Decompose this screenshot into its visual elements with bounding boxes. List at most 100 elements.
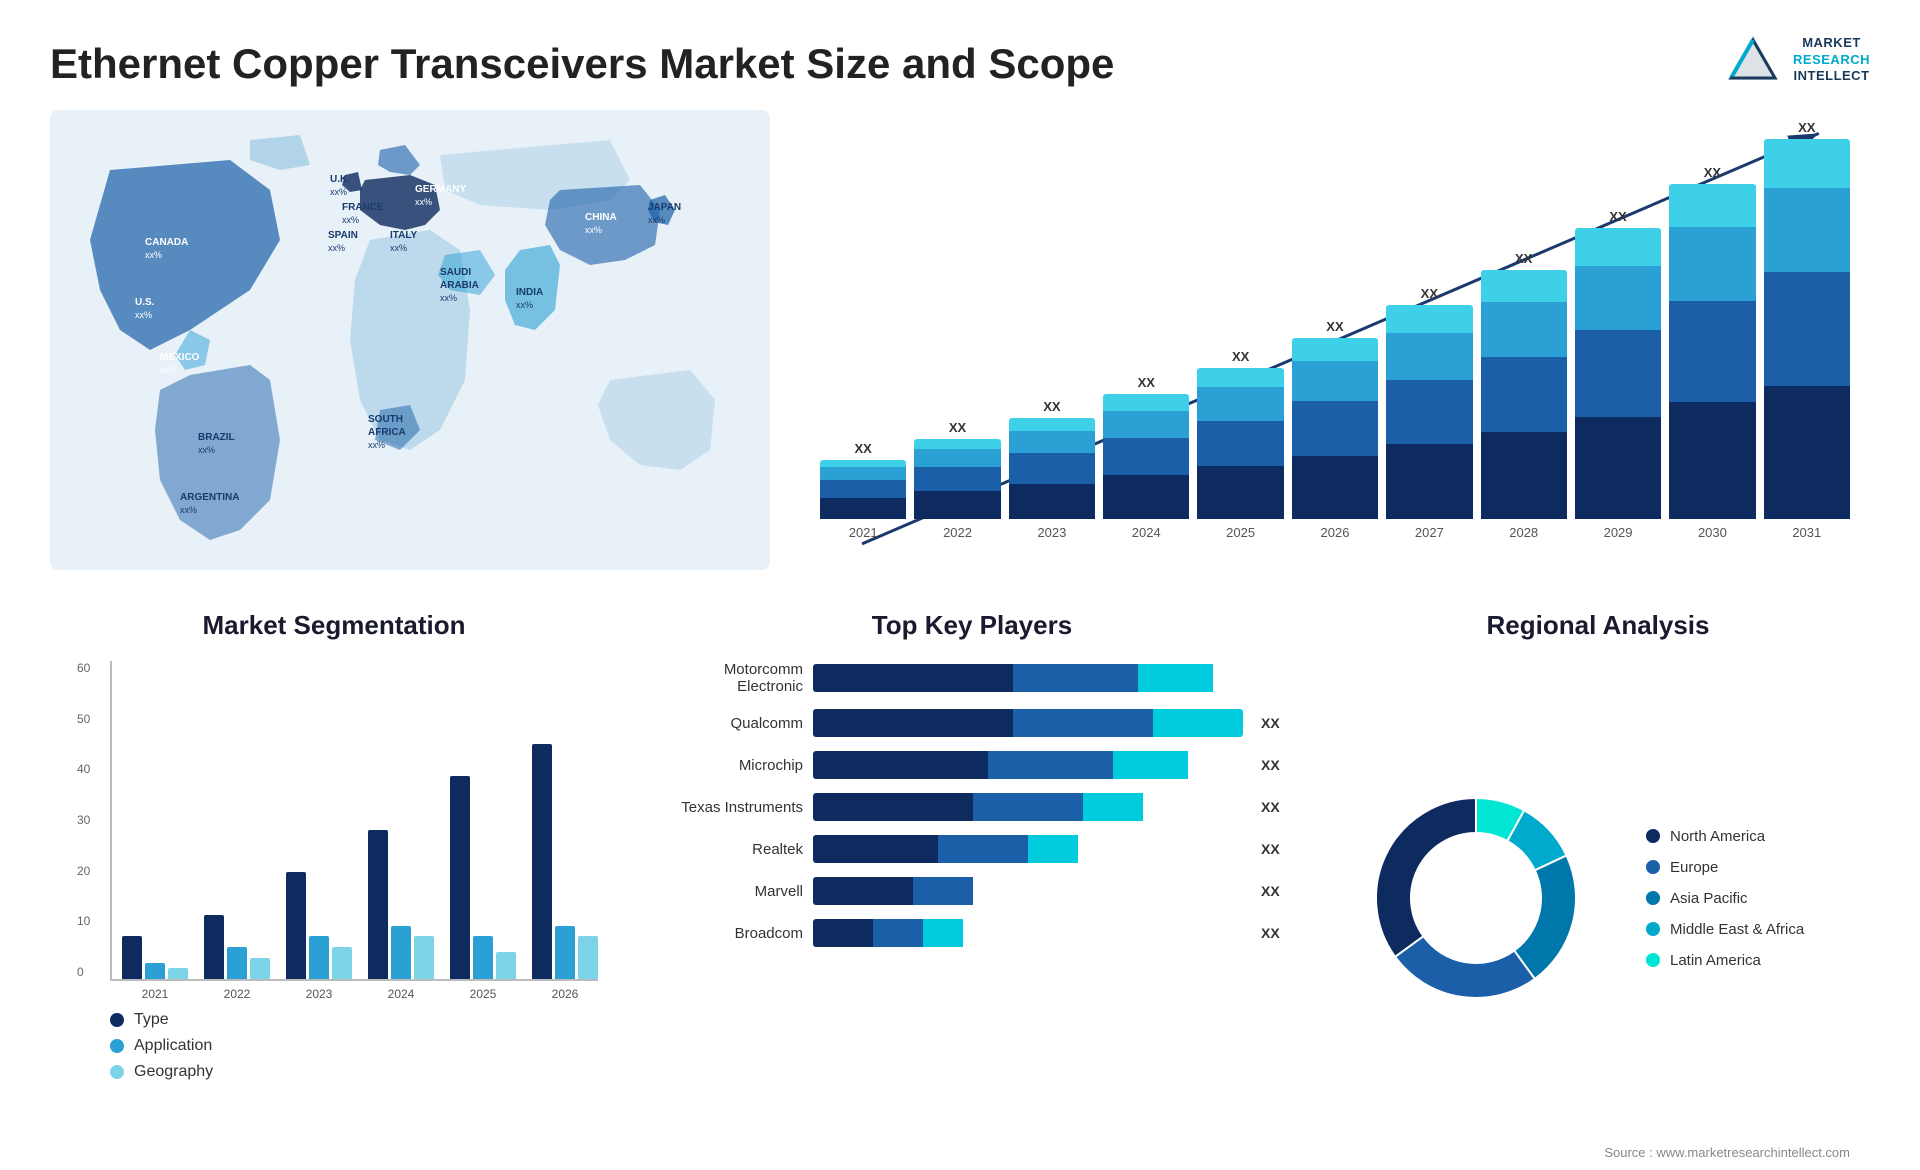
player-row: Microchip XX	[658, 751, 1286, 779]
player-value: XX	[1261, 883, 1286, 899]
regional-container: Regional Analysis North AmericaEuropeAsi…	[1326, 600, 1870, 1170]
player-bar	[813, 919, 1243, 947]
svg-text:xx%: xx%	[440, 293, 457, 303]
logo: MARKET RESEARCH INTELLECT	[1723, 30, 1870, 90]
player-name: Microchip	[658, 757, 803, 774]
bar-value-label: XX	[1704, 165, 1721, 180]
svg-text:U.K.: U.K.	[330, 174, 350, 185]
bar-x-label: 2027	[1415, 525, 1444, 540]
seg-bar	[578, 936, 598, 979]
seg-bar	[414, 936, 434, 979]
legend-label: Application	[134, 1037, 212, 1055]
segmentation-container: Market Segmentation 0102030405060 202120…	[50, 600, 618, 1170]
donut-segment	[1514, 855, 1576, 978]
bar-x-label: 2021	[849, 525, 878, 540]
seg-bar-group: 2025	[450, 661, 516, 979]
seg-bar	[309, 936, 329, 979]
seg-x-label: 2023	[306, 987, 333, 1001]
bar-group: XX 2030	[1669, 165, 1755, 540]
bar-value-label: XX	[1798, 120, 1815, 135]
bar-value-label: XX	[1043, 399, 1060, 414]
bar-group: XX2027	[1386, 286, 1472, 540]
svg-text:GERMANY: GERMANY	[415, 184, 466, 195]
seg-bar	[555, 926, 575, 979]
top-section: CANADA xx% U.S. xx% MEXICO xx% BRAZIL xx…	[50, 110, 1870, 570]
header: Ethernet Copper Transceivers Market Size…	[50, 30, 1870, 90]
reg-legend-dot	[1646, 891, 1660, 905]
bar-x-label: 2025	[1226, 525, 1255, 540]
players-list: Motorcomm ElectronicQualcommXXMicrochipX…	[658, 661, 1286, 947]
players-container: Top Key Players Motorcomm ElectronicQual…	[638, 600, 1306, 1170]
bar-group: XX2024	[1103, 375, 1189, 540]
svg-text:INDIA: INDIA	[516, 287, 543, 298]
bar-stack	[1575, 228, 1661, 519]
player-value: XX	[1261, 757, 1286, 773]
seg-bar	[286, 872, 306, 979]
page-container: Ethernet Copper Transceivers Market Size…	[0, 0, 1920, 1146]
bar-x-label: 2026	[1321, 525, 1350, 540]
map-container: CANADA xx% U.S. xx% MEXICO xx% BRAZIL xx…	[50, 110, 770, 570]
bar-group: XX2029	[1575, 209, 1661, 540]
bar-value-label: XX	[855, 441, 872, 456]
bar-chart-area: XX2021XX2022XX2023XX2024XX2025XX2026XX20…	[820, 120, 1850, 570]
seg-bar	[168, 968, 188, 979]
y-axis-label: 0	[77, 965, 90, 979]
logo-icon	[1723, 30, 1783, 90]
bar-stack	[1669, 184, 1755, 519]
svg-text:xx%: xx%	[415, 197, 432, 207]
bar-stack	[1481, 270, 1567, 519]
player-bar	[813, 793, 1243, 821]
svg-text:U.S.: U.S.	[135, 297, 155, 308]
reg-legend-item: Europe	[1646, 859, 1804, 876]
player-bar	[813, 664, 1286, 692]
seg-bar-group: 2026	[532, 661, 598, 979]
player-row: Broadcom XX	[658, 919, 1286, 947]
svg-text:ARABIA: ARABIA	[440, 280, 479, 291]
page-title: Ethernet Copper Transceivers Market Size…	[50, 40, 1114, 88]
svg-text:SPAIN: SPAIN	[328, 230, 358, 241]
legend-label: Geography	[134, 1063, 213, 1081]
seg-bar	[332, 947, 352, 979]
svg-text:BRAZIL: BRAZIL	[198, 432, 235, 443]
player-bar	[813, 877, 1243, 905]
player-row: Texas InstrumentsXX	[658, 793, 1286, 821]
svg-text:xx%: xx%	[585, 225, 602, 235]
bar-x-label: 2023	[1037, 525, 1066, 540]
donut-area: North America Europe Asia Pacific Middle Ea…	[1346, 661, 1850, 1135]
svg-text:xx%: xx%	[516, 300, 533, 310]
bar-group: XX2028	[1481, 251, 1567, 540]
svg-text:xx%: xx%	[328, 243, 345, 253]
reg-legend-label: Middle East & Africa	[1670, 921, 1804, 938]
svg-text:xx%: xx%	[180, 505, 197, 515]
player-name: Broadcom	[658, 925, 803, 942]
bar-stack	[914, 439, 1000, 519]
seg-x-label: 2025	[470, 987, 497, 1001]
svg-text:MEXICO: MEXICO	[160, 352, 200, 363]
reg-legend-item: Asia Pacific	[1646, 890, 1804, 907]
svg-text:SOUTH: SOUTH	[368, 414, 403, 425]
y-axis-label: 20	[77, 864, 90, 878]
seg-bar-group: 2024	[368, 661, 434, 979]
bar-group: XX 2021	[820, 441, 906, 540]
player-name: Realtek	[658, 841, 803, 858]
player-value: XX	[1261, 925, 1286, 941]
seg-bar	[250, 958, 270, 979]
seg-x-label: 2021	[142, 987, 169, 1001]
bottom-section: Market Segmentation 0102030405060 202120…	[50, 600, 1870, 1170]
growth-chart-container: XX2021XX2022XX2023XX2024XX2025XX2026XX20…	[800, 110, 1870, 570]
reg-legend-dot	[1646, 953, 1660, 967]
seg-bar	[496, 952, 516, 979]
seg-bar	[122, 936, 142, 979]
reg-legend-dot	[1646, 860, 1660, 874]
y-axis-label: 30	[77, 813, 90, 827]
bar-x-label: 2030	[1698, 525, 1727, 540]
reg-legend-label: North America	[1670, 828, 1765, 845]
reg-legend-item: North America	[1646, 828, 1804, 845]
player-row: QualcommXX	[658, 709, 1286, 737]
donut-chart	[1346, 768, 1606, 1028]
bar-group: XX2031	[1764, 120, 1850, 540]
y-axis-label: 10	[77, 914, 90, 928]
svg-text:xx%: xx%	[135, 310, 152, 320]
player-row: RealtekXX	[658, 835, 1286, 863]
player-bar	[813, 835, 1243, 863]
